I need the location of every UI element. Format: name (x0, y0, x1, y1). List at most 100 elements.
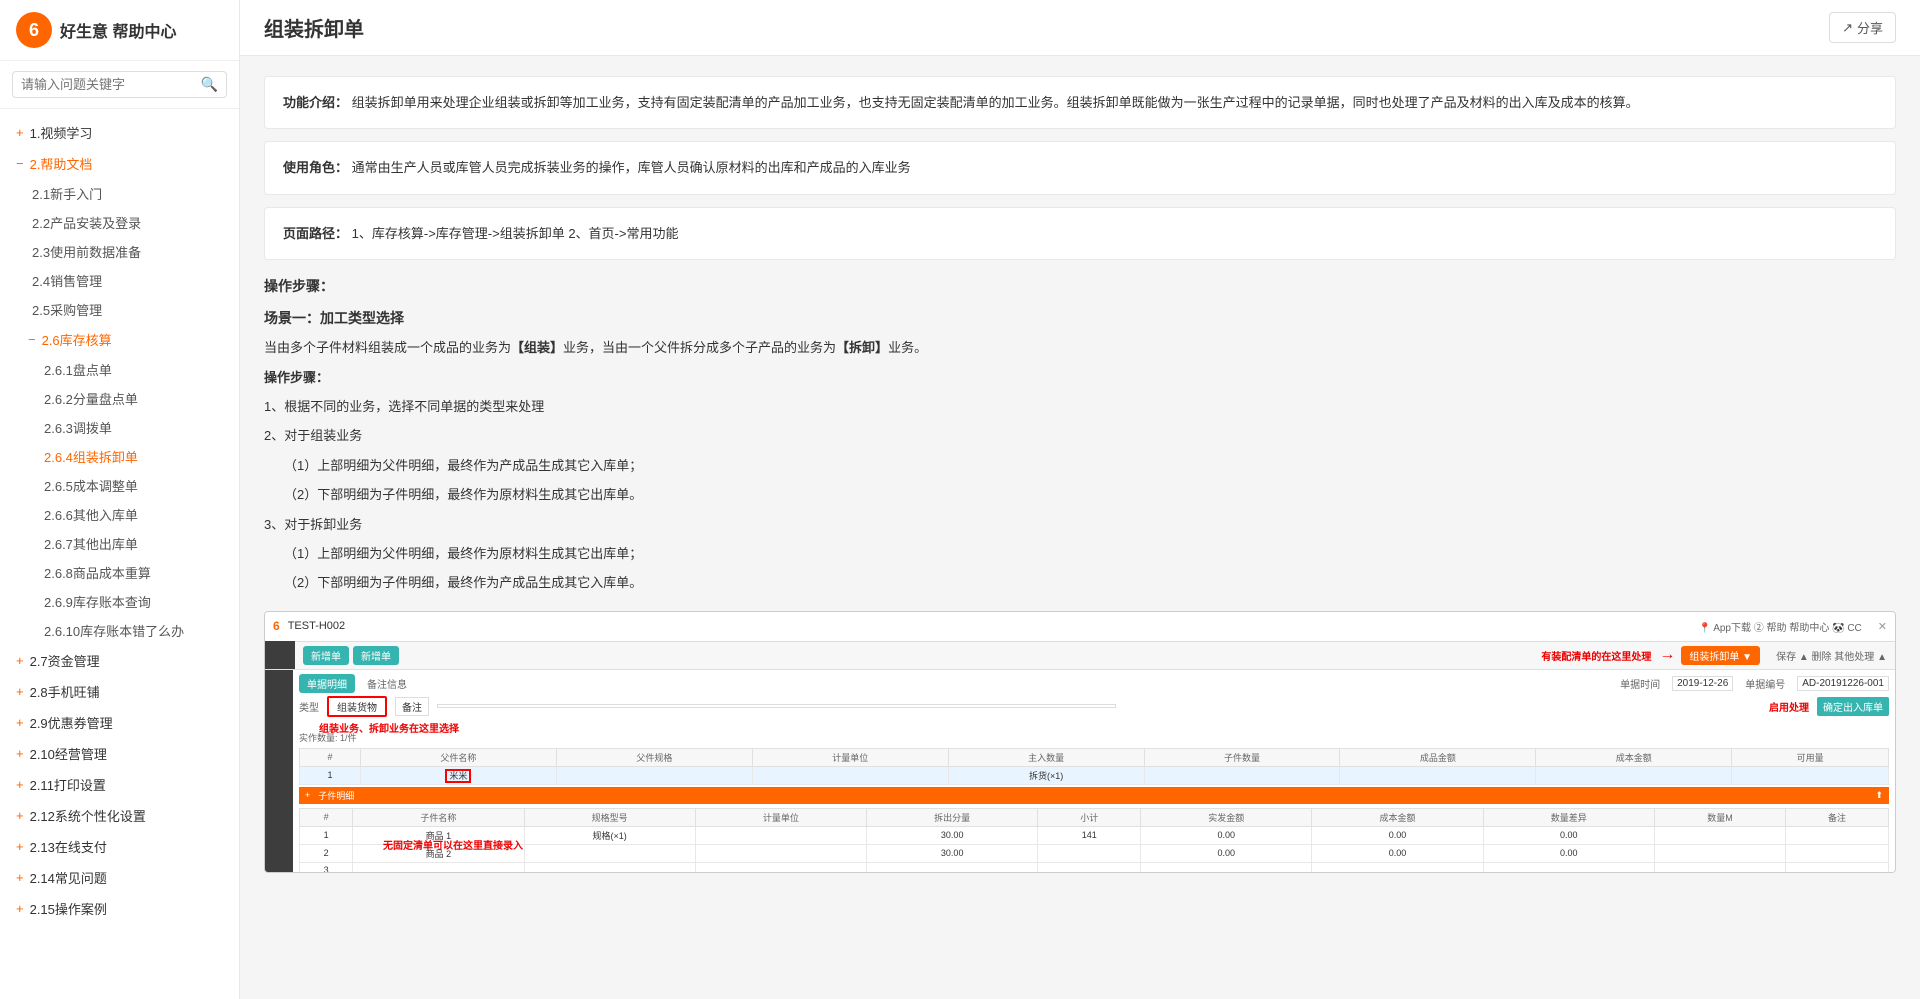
share-label: 分享 (1857, 18, 1883, 37)
col-parent-spec: 父件规格 (556, 748, 752, 766)
plus-icon: + (16, 125, 24, 140)
annotation-type-label: 组装业务、拆卸业务在这里选择 (319, 720, 459, 735)
sidebar-item-assembly[interactable]: 2.6.4组装拆卸单 (0, 442, 239, 471)
share-button[interactable]: ↗ 分享 (1829, 12, 1896, 43)
plus-icon-10: + (16, 901, 24, 916)
app-nav-icons: 📍 App下载 ② 帮助 帮助中心 🐼 CC (1699, 619, 1862, 634)
confirm-btn[interactable]: 确定出入库单 (1817, 697, 1889, 716)
logo-area: 6 好生意 帮助中心 (0, 0, 239, 61)
sidebar-item-cost-adjust[interactable]: 2.6.5成本调整单 (0, 471, 239, 500)
scene1-desc: 当由多个子件材料组装成一个成品的业务为【组装】业务，当由一个父件拆分成多个子产品… (264, 336, 1896, 359)
logo-icon: 6 (16, 12, 52, 48)
plus-icon-9: + (16, 870, 24, 885)
plus-icon-8: + (16, 839, 24, 854)
sidebar-item-cost-recalc[interactable]: 2.6.8商品成本重算 (0, 558, 239, 587)
col-available: 可用量 (1732, 748, 1889, 766)
step2: 2、对于组装业务 (264, 424, 1896, 447)
app-close-icon[interactable]: ✕ (1878, 620, 1887, 633)
col-num: # (300, 748, 361, 766)
sidebar-section-label: 2.10经营管理 (30, 744, 107, 763)
sidebar-item-ledger-error[interactable]: 2.6.10库存账本错了么办 (0, 616, 239, 645)
content-area: 功能介绍： 组装拆卸单用来处理企业组装或拆卸等加工业务，支持有固定装配清单的产品… (240, 56, 1920, 999)
new-doc-btn2[interactable]: 新增单 (353, 646, 399, 665)
type-label: 类型 (299, 699, 319, 714)
col-subtotal: 小计 (1038, 808, 1141, 826)
sidebar-item-other-out[interactable]: 2.6.7其他出库单 (0, 529, 239, 558)
step2-2: （2）下部明细为子件明细，最终作为原材料生成其它出库单。 (264, 483, 1896, 506)
cell-cost-amt (1536, 766, 1732, 784)
step3-1: （1）上部明细为父件明细，最终作为原材料生成其它出库单； (264, 542, 1896, 565)
tab-label2[interactable]: 备注信息 (367, 676, 407, 691)
plus-icon-2: + (16, 653, 24, 668)
sidebar-item-other-in[interactable]: 2.6.6其他入库单 (0, 500, 239, 529)
plus-icon-3: + (16, 684, 24, 699)
col-qty-diff: 数量差异 (1483, 808, 1654, 826)
sidebar-item-mgmt[interactable]: + 2.10经营管理 (0, 738, 239, 769)
feature-intro-text: 功能介绍： 组装拆卸单用来处理企业组装或拆卸等加工业务，支持有固定装配清单的产品… (283, 91, 1877, 114)
sidebar-item-sales[interactable]: 2.4销售管理 (0, 266, 239, 295)
step2-1: （1）上部明细为父件明细，最终作为产成品生成其它入库单； (264, 454, 1896, 477)
feature-intro-block: 功能介绍： 组装拆卸单用来处理企业组装或拆卸等加工业务，支持有固定装配清单的产品… (264, 76, 1896, 129)
table-row: 1商品 1规格(×1)30.001410.000.000.00 (300, 826, 1889, 844)
remarks-input[interactable] (437, 704, 1116, 708)
divider-icon: ⬆ (1875, 790, 1883, 801)
sidebar-item-new-user[interactable]: 2.1新手入门 (0, 179, 239, 208)
plus-icon-7: + (16, 808, 24, 823)
assembly-type-btn[interactable]: 组装拆卸单 ▼ (1681, 646, 1760, 665)
app-company: TEST-H002 (288, 620, 345, 632)
form-doc-val[interactable]: AD-20191226-001 (1797, 676, 1889, 691)
plus-icon-4: + (16, 715, 24, 730)
sidebar-item-mobile[interactable]: + 2.8手机旺铺 (0, 676, 239, 707)
cell-num: 1 (300, 766, 361, 784)
sidebar-item-purchase[interactable]: 2.5采购管理 (0, 295, 239, 324)
sidebar-section-label: 2.7资金管理 (30, 651, 100, 670)
sidebar-item-finance[interactable]: + 2.7资金管理 (0, 645, 239, 676)
cell-sub (1144, 766, 1340, 784)
new-doc-btn[interactable]: 新增单 (303, 646, 349, 665)
col-sub-name: 子件名称 (353, 808, 524, 826)
sidebar-item-install[interactable]: 2.2产品安装及登录 (0, 208, 239, 237)
type-input[interactable]: 组装货物 (327, 696, 387, 717)
sidebar-item-payment[interactable]: + 2.13在线支付 (0, 831, 239, 862)
sidebar-item-custom[interactable]: + 2.12系统个性化设置 (0, 800, 239, 831)
sidebar-item-print[interactable]: + 2.11打印设置 (0, 769, 239, 800)
search-icon[interactable]: 🔍 (201, 76, 218, 93)
col-split-qty: 拆出分量 (867, 808, 1038, 826)
parent-table: # 父件名称 父件规格 计量单位 主入数量 子件数量 成品金额 成本金额 可用量 (299, 748, 1889, 785)
app-form-area: 单据明细 备注信息 单据时间 2019-12-26 单据编号 AD-201912… (293, 670, 1895, 872)
cell-spec (556, 766, 752, 784)
sidebar-item-transfer[interactable]: 2.6.3调拨单 (0, 413, 239, 442)
plus-icon-5: + (16, 746, 24, 761)
col-product-amt: 成品金额 (1340, 748, 1536, 766)
sidebar-item-inventory[interactable]: − 2.6库存核算 (0, 324, 239, 355)
screenshot-container: 6 TEST-H002 📍 App下载 ② 帮助 帮助中心 🐼 CC ✕ 新增单… (264, 611, 1896, 873)
divider-label: + (305, 790, 310, 800)
step1: 1、根据不同的业务，选择不同单据的类型来处理 (264, 395, 1896, 418)
annotation-no-list: 无固定清单可以在这里直接录入 (383, 837, 523, 852)
sidebar-item-data-prep[interactable]: 2.3使用前数据准备 (0, 237, 239, 266)
table-row: 3 (300, 862, 1889, 872)
sidebar-item-help-doc[interactable]: − 2.帮助文档 (0, 148, 239, 179)
step3: 3、对于拆卸业务 (264, 513, 1896, 536)
minus-icon-2: − (28, 332, 36, 347)
form-date-val[interactable]: 2019-12-26 (1672, 676, 1733, 691)
sidebar-item-coupon[interactable]: + 2.9优惠券管理 (0, 707, 239, 738)
sidebar-item-partial-stocktake[interactable]: 2.6.2分量盘点单 (0, 384, 239, 413)
sidebar-item-video[interactable]: + 1.视频学习 (0, 117, 239, 148)
cell-qty: 拆货(×1) (948, 766, 1144, 784)
col-issue-amt: 实发金额 (1141, 808, 1312, 826)
sidebar-item-stocktake[interactable]: 2.6.1盘点单 (0, 355, 239, 384)
app-toolbar: 新增单 新增单 有装配清单的在这里处理 → 组装拆卸单 ▼ 保存 ▲ 删除 其他… (265, 642, 1895, 670)
ops-title: 操作步骤： (264, 276, 1896, 296)
form-doc-label: 单据编号 (1745, 676, 1785, 691)
sidebar-item-inventory-ledger[interactable]: 2.6.9库存账本查询 (0, 587, 239, 616)
tab-label[interactable]: 单据明细 (299, 674, 355, 693)
sidebar: 6 好生意 帮助中心 🔍 + 1.视频学习 − 2.帮助文档 2.1新手入门 2… (0, 0, 240, 999)
app-titlebar: 6 TEST-H002 📍 App下载 ② 帮助 帮助中心 🐼 CC ✕ (265, 612, 1895, 642)
sidebar-item-cases[interactable]: + 2.15操作案例 (0, 893, 239, 924)
sidebar-section-label: 2.13在线支付 (30, 837, 107, 856)
main-content: 组装拆卸单 ↗ 分享 功能介绍： 组装拆卸单用来处理企业组装或拆卸等加工业务，支… (240, 0, 1920, 999)
sidebar-item-faq[interactable]: + 2.14常见问题 (0, 862, 239, 893)
sidebar-section-label: 2.8手机旺铺 (30, 682, 100, 701)
search-input[interactable] (21, 77, 201, 92)
